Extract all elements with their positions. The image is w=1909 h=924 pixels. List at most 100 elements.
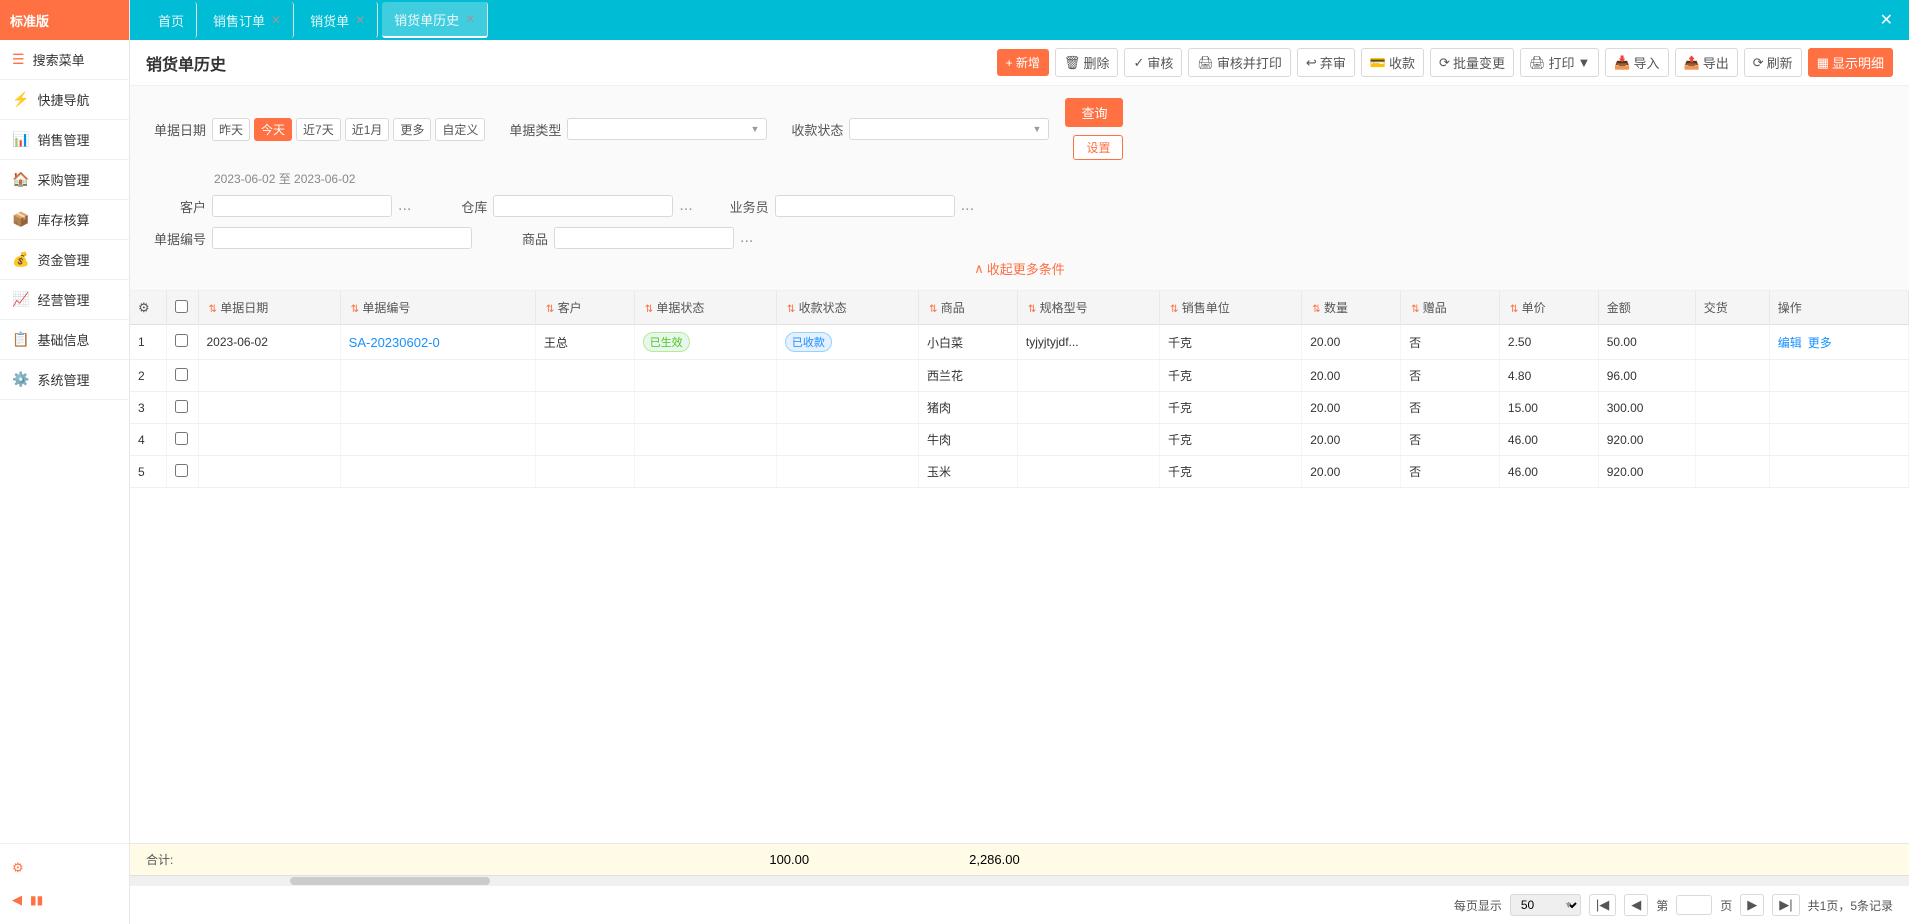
audit-print-btn[interactable]: 🖨 审核并打印	[1188, 48, 1291, 77]
table-body: 12023-06-02SA-20230602-0王总已生效已收款小白菜tyjyj…	[130, 325, 1909, 488]
last-page-btn[interactable]: ▶|	[1772, 894, 1799, 916]
abandon-btn[interactable]: ↩ 弃审	[1297, 48, 1355, 77]
tab-close-sales-order[interactable]: ✕	[271, 13, 281, 27]
collect-btn[interactable]: 💳 收款	[1361, 48, 1424, 77]
row-quantity: 20.00	[1302, 325, 1401, 360]
row-checkbox[interactable]	[175, 368, 188, 381]
row-checkbox-cell	[166, 424, 198, 456]
col-goods[interactable]: ⇅ 商品	[919, 291, 1018, 325]
sidebar-item-ops-mgmt[interactable]: 📈 经营管理	[0, 280, 129, 320]
col-collect-status[interactable]: ⇅ 收款状态	[776, 291, 918, 325]
col-customer[interactable]: ⇅ 客户	[535, 291, 634, 325]
date-btn-last1month[interactable]: 近1月	[345, 118, 390, 141]
filter-row-3: 单据编号 商品 ...	[146, 227, 1893, 249]
page-size-select[interactable]: 10 20 50 100	[1510, 894, 1581, 916]
first-page-btn[interactable]: |◀	[1589, 894, 1616, 916]
sidebar-item-basic-info[interactable]: 📋 基础信息	[0, 320, 129, 360]
refresh-btn[interactable]: ⟳ 刷新	[1744, 48, 1802, 77]
row-doc-no	[340, 360, 535, 392]
customer-filter: 客户 ...	[146, 195, 411, 217]
col-actions: 操作	[1769, 291, 1908, 325]
date-btn-last7days[interactable]: 近7天	[296, 118, 341, 141]
row-unit-price: 46.00	[1499, 456, 1598, 488]
doc-no-link[interactable]: SA-20230602-0	[349, 335, 440, 350]
close-all-btn[interactable]: ✕	[1880, 10, 1893, 30]
prev-page-btn[interactable]: ◀	[1624, 894, 1648, 916]
tab-close-sales-delivery[interactable]: ✕	[355, 13, 365, 27]
customer-input[interactable]	[212, 195, 392, 217]
row-checkbox[interactable]	[175, 400, 188, 413]
col-spec-model[interactable]: ⇅ 规格型号	[1017, 291, 1159, 325]
batch-change-btn[interactable]: ⟳ 批量变更	[1430, 48, 1514, 77]
display-btn[interactable]: ▦ 显示明细	[1808, 48, 1893, 77]
tab-sales-history[interactable]: 销货单历史 ✕	[382, 2, 488, 38]
tab-sales-order[interactable]: 销售订单 ✕	[201, 2, 294, 38]
col-doc-date[interactable]: ⇅ 单据日期	[198, 291, 340, 325]
col-unit-price[interactable]: ⇅ 单价	[1499, 291, 1598, 325]
page-header: 销货单历史 + 新增 🗑 删除 ✓ 审核 🖨 审核并打印 ↩ 弃审	[130, 40, 1909, 86]
search-menu-icon: ☰	[12, 51, 25, 68]
doc-no-input[interactable]	[212, 227, 472, 249]
warehouse-dots[interactable]: ...	[679, 197, 692, 215]
scrollbar-thumb[interactable]	[290, 877, 490, 885]
goods-input[interactable]	[554, 227, 734, 249]
edit-link[interactable]: 编辑	[1778, 336, 1802, 350]
row-actions: 编辑更多	[1769, 325, 1908, 360]
row-checkbox[interactable]	[175, 464, 188, 477]
date-btn-today[interactable]: 今天	[254, 118, 292, 141]
col-settings[interactable]: ⚙	[130, 291, 166, 325]
new-btn[interactable]: + 新增	[997, 49, 1049, 76]
row-collect-status: 已收款	[776, 325, 918, 360]
sidebar-item-purchase-mgmt[interactable]: 🏠 采购管理	[0, 160, 129, 200]
sidebar-item-sys-mgmt[interactable]: ⚙️ 系统管理	[0, 360, 129, 400]
collapse-btn[interactable]: ∧ 收起更多条件	[146, 259, 1893, 278]
print-btn[interactable]: 🖨 打印 ▼	[1520, 48, 1599, 77]
row-checkbox[interactable]	[175, 432, 188, 445]
staff-input[interactable]	[775, 195, 955, 217]
collect-status-select[interactable]	[849, 118, 1049, 140]
doc-type-select[interactable]	[567, 118, 767, 140]
goods-dots[interactable]: ...	[740, 229, 753, 247]
date-btn-more[interactable]: 更多	[393, 118, 431, 141]
sidebar-item-label: 快捷导航	[37, 90, 89, 109]
tab-home[interactable]: 首页	[146, 2, 197, 38]
customer-label: 客户	[146, 197, 206, 216]
next-page-btn[interactable]: ▶	[1740, 894, 1764, 916]
more-link[interactable]: 更多	[1808, 336, 1832, 350]
sidebar-collapse-btn[interactable]: ◀ ▮▮	[0, 884, 129, 916]
page-num-input[interactable]: 1	[1676, 895, 1712, 915]
row-spec-model	[1017, 392, 1159, 424]
warehouse-input[interactable]	[493, 195, 673, 217]
horizontal-scrollbar[interactable]	[130, 875, 1909, 885]
tab-sales-delivery[interactable]: 销货单 ✕	[298, 2, 378, 38]
col-gift[interactable]: ⇅ 赠品	[1401, 291, 1500, 325]
date-btn-custom[interactable]: 自定义	[435, 118, 485, 141]
row-customer	[535, 360, 634, 392]
tab-close-sales-history[interactable]: ✕	[465, 12, 475, 26]
sidebar-item-finance[interactable]: 💰 资金管理	[0, 240, 129, 280]
audit-btn[interactable]: ✓ 审核	[1124, 48, 1182, 77]
row-sales-unit: 千克	[1160, 424, 1302, 456]
sidebar-item-quick-nav[interactable]: ⚡ 快捷导航	[0, 80, 129, 120]
query-btn[interactable]: 查询	[1065, 98, 1123, 127]
sidebar-item-search-menu[interactable]: ☰ 搜索菜单	[0, 40, 129, 80]
row-doc-status	[634, 360, 776, 392]
sidebar-settings-btn[interactable]: ⚙	[0, 852, 129, 884]
export-btn[interactable]: 📤 导出	[1675, 48, 1738, 77]
col-sales-unit[interactable]: ⇅ 销售单位	[1160, 291, 1302, 325]
import-btn[interactable]: 📥 导入	[1605, 48, 1668, 77]
select-all-checkbox[interactable]	[175, 300, 188, 313]
set-btn[interactable]: 设置	[1073, 135, 1123, 160]
col-quantity[interactable]: ⇅ 数量	[1302, 291, 1401, 325]
date-btn-yesterday[interactable]: 昨天	[212, 118, 250, 141]
delete-btn[interactable]: 🗑 删除	[1055, 48, 1119, 77]
col-transaction: 交货	[1695, 291, 1769, 325]
customer-dots[interactable]: ...	[398, 197, 411, 215]
sidebar: 标准版 ☰ 搜索菜单 ⚡ 快捷导航 📊 销售管理 🏠 采购管理 📦 库存核算 💰…	[0, 0, 130, 924]
row-checkbox[interactable]	[175, 334, 188, 347]
sidebar-item-inventory[interactable]: 📦 库存核算	[0, 200, 129, 240]
col-doc-status[interactable]: ⇅ 单据状态	[634, 291, 776, 325]
sidebar-item-sales-mgmt[interactable]: 📊 销售管理	[0, 120, 129, 160]
staff-dots[interactable]: ...	[961, 197, 974, 215]
col-doc-no[interactable]: ⇅ 单据编号	[340, 291, 535, 325]
